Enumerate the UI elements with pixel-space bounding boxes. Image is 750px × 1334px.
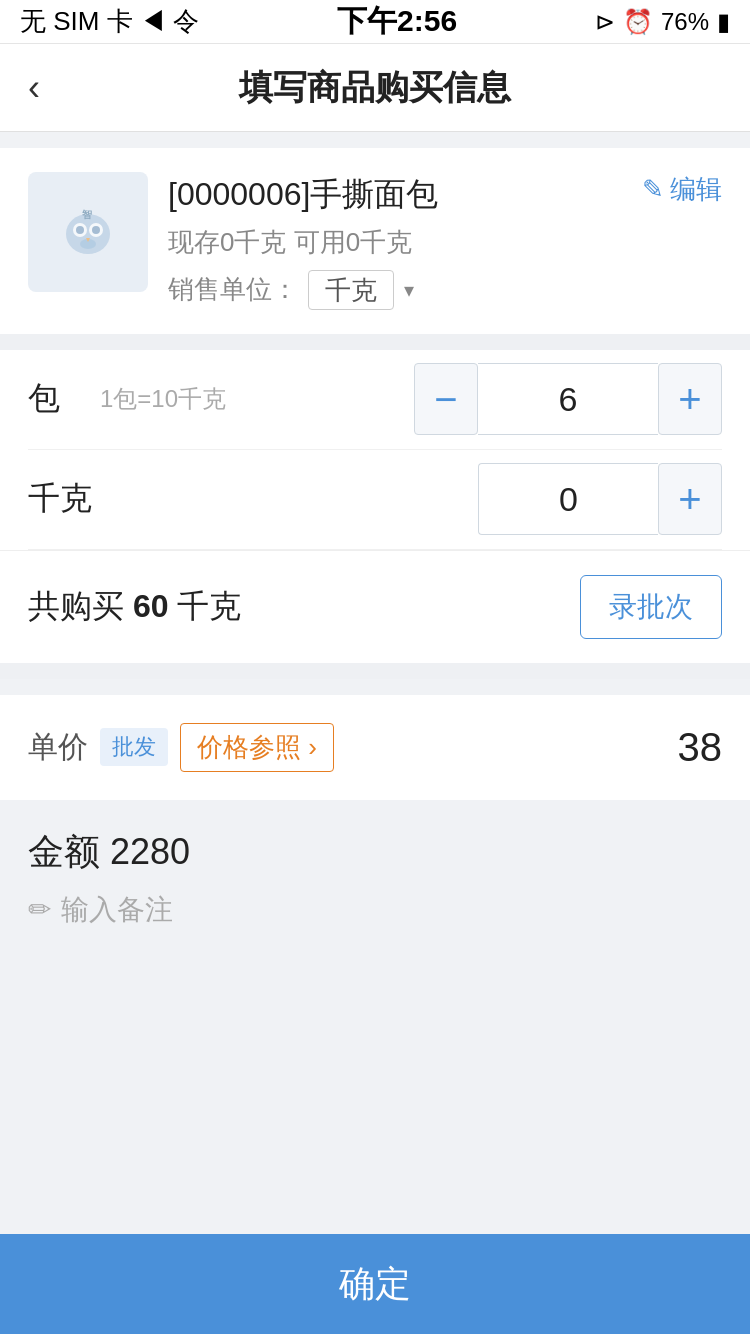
page-title: 填写商品购买信息 (239, 65, 511, 111)
total-row: 共购买 60 千克 录批次 (0, 550, 750, 663)
bag-label: 包 (28, 377, 88, 421)
edit-button[interactable]: ✎ 编辑 (642, 172, 722, 207)
product-thumbnail: 智 (28, 172, 148, 292)
total-text: 共购买 60 千克 (28, 585, 241, 629)
note-row[interactable]: ✏ 输入备注 (28, 891, 722, 929)
price-value: 38 (678, 725, 723, 770)
unit-label: 销售单位： (168, 272, 298, 307)
bag-quantity-row: 包 1包=10千克 − + (28, 350, 722, 450)
kg-plus-button[interactable]: + (658, 463, 722, 535)
product-card: 智 [0000006]手撕面包 现存0千克 可用0千克 销售单位： 千克 ▾ ✎… (0, 148, 750, 334)
edit-icon: ✎ (642, 174, 664, 205)
separator-1 (0, 334, 750, 350)
chevron-down-icon: ▾ (404, 278, 414, 302)
total-amount: 60 (133, 588, 169, 624)
price-type-tag: 批发 (100, 728, 168, 766)
battery-icon: ▮ (717, 8, 730, 36)
bag-plus-button[interactable]: + (658, 363, 722, 435)
product-info: [0000006]手撕面包 现存0千克 可用0千克 销售单位： 千克 ▾ (168, 172, 722, 310)
price-row: 单价 批发 价格参照 › 38 (28, 723, 722, 772)
unit-select[interactable]: 千克 (308, 270, 394, 310)
bag-hint: 1包=10千克 (100, 383, 414, 415)
bag-minus-button[interactable]: − (414, 363, 478, 435)
svg-point-4 (92, 226, 100, 234)
product-logo-icon: 智 (58, 202, 118, 262)
status-left: 无 SIM 卡 ◀ 令 (20, 4, 199, 39)
kg-quantity-control: + (478, 463, 722, 535)
amount-section: 金额 2280 ✏ 输入备注 (0, 800, 750, 945)
bag-quantity-input[interactable] (478, 363, 658, 435)
price-section: 单价 批发 价格参照 › 38 (0, 695, 750, 800)
product-name: [0000006]手撕面包 (168, 172, 722, 217)
amount-value: 2280 (110, 831, 190, 872)
alarm-icon: ⏰ (623, 8, 653, 36)
bag-quantity-control: − + (414, 363, 722, 435)
price-label: 单价 批发 价格参照 › (28, 723, 334, 772)
confirm-button[interactable]: 确定 (0, 1234, 750, 1334)
status-right: ⊳ ⏰ 76% ▮ (595, 8, 730, 36)
location-icon: ⊳ (595, 8, 615, 36)
nav-bar: ‹ 填写商品购买信息 (0, 44, 750, 132)
kg-quantity-row: 千克 + (28, 450, 722, 550)
status-time: 下午2:56 (337, 1, 457, 42)
note-placeholder: 输入备注 (61, 891, 173, 929)
pencil-icon: ✏ (28, 893, 51, 926)
back-button[interactable]: ‹ (28, 67, 40, 109)
quantity-section: 包 1包=10千克 − + 千克 + (0, 350, 750, 550)
kg-label: 千克 (28, 477, 92, 521)
separator-2 (0, 663, 750, 679)
svg-point-3 (76, 226, 84, 234)
status-bar: 无 SIM 卡 ◀ 令 下午2:56 ⊳ ⏰ 76% ▮ (0, 0, 750, 44)
amount-row: 金额 2280 (28, 828, 722, 877)
kg-quantity-input[interactable] (478, 463, 658, 535)
product-stock: 现存0千克 可用0千克 (168, 225, 722, 260)
unit-price-label: 单价 (28, 727, 88, 768)
sim-label: 无 SIM 卡 ◀ 令 (20, 4, 199, 39)
product-unit-row: 销售单位： 千克 ▾ (168, 270, 722, 310)
edit-label: 编辑 (670, 172, 722, 207)
battery-label: 76% (661, 8, 709, 36)
batch-button[interactable]: 录批次 (580, 575, 722, 639)
price-reference-button[interactable]: 价格参照 › (180, 723, 334, 772)
svg-text:智: 智 (81, 209, 92, 220)
